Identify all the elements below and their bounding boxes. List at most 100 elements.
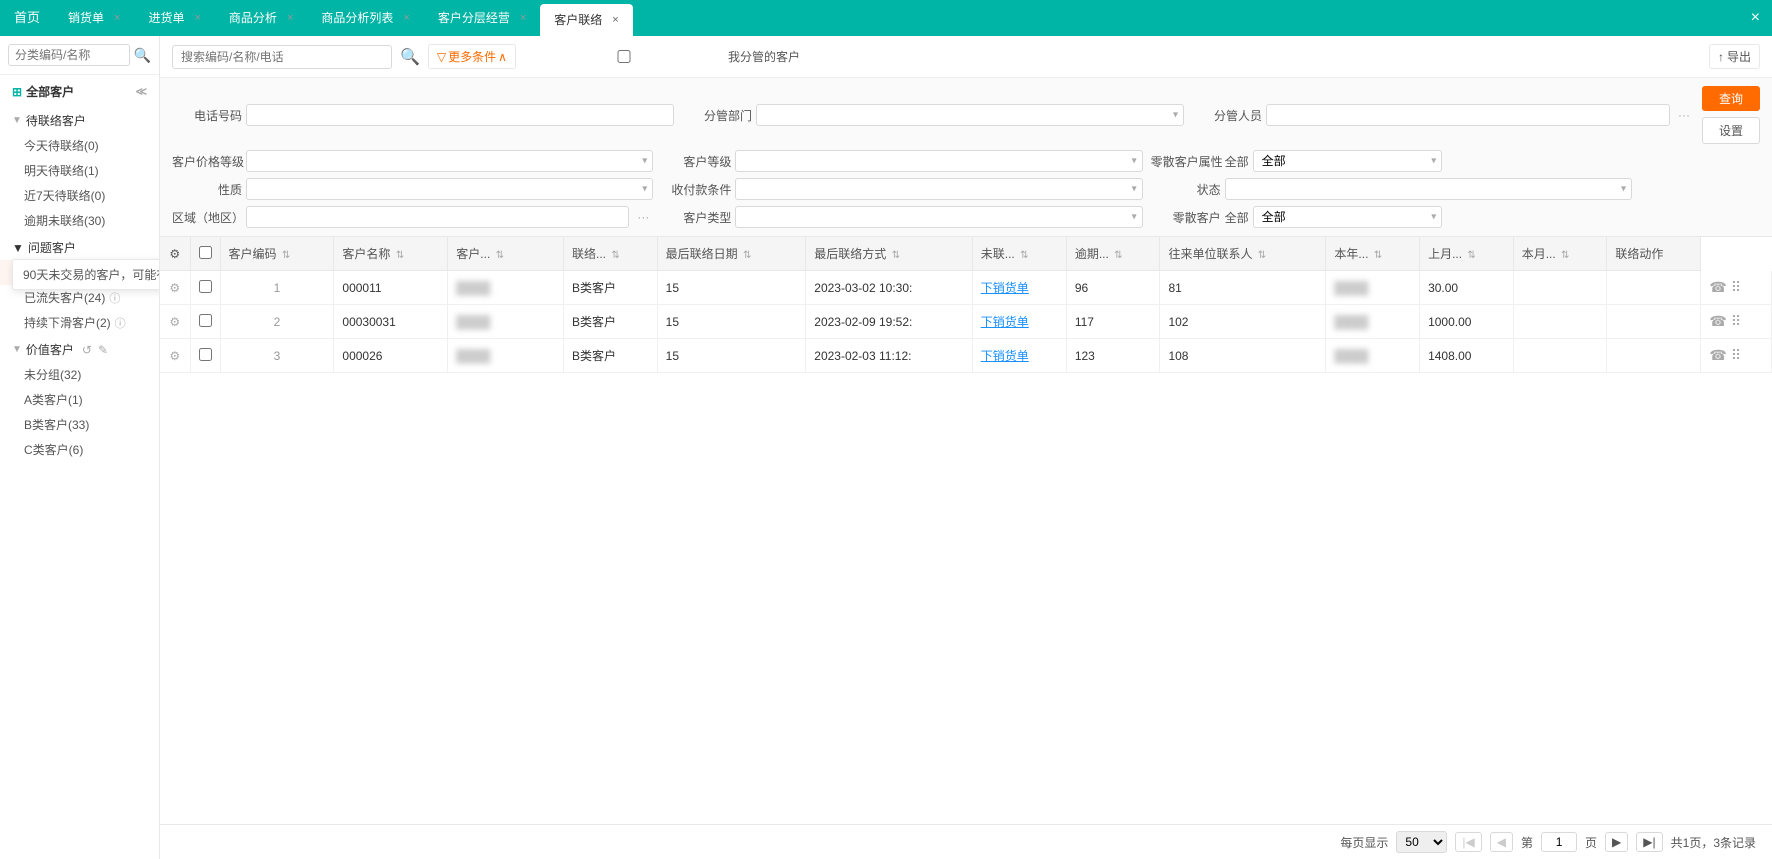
more-conditions-button[interactable]: ▽ 更多条件 ∧ xyxy=(428,44,516,69)
sidebar-search-icon[interactable]: 🔍 xyxy=(134,47,151,64)
sidebar-group-value-title[interactable]: ▼ 价值客户 ↺ ✎ xyxy=(0,337,159,362)
close-tab-customer-tier[interactable]: × xyxy=(520,0,526,36)
row-checkbox[interactable] xyxy=(190,271,220,305)
edit-icon[interactable]: ✎ xyxy=(98,343,108,357)
sidebar-group-problem-title[interactable]: ▼ 问题客户 xyxy=(0,235,159,260)
close-tab-analysis[interactable]: × xyxy=(287,0,293,36)
col-name[interactable]: 客户名称 ⇅ xyxy=(334,237,448,271)
close-tab-purchase[interactable]: × xyxy=(194,0,200,36)
filter-phone-label: 电话号码 xyxy=(172,107,242,124)
close-all-tabs[interactable]: × xyxy=(1739,0,1772,36)
action-more-icon[interactable]: ⠿ xyxy=(1731,347,1741,364)
close-tab-analysis-list[interactable]: × xyxy=(403,0,409,36)
row-settings[interactable]: ⚙ xyxy=(160,271,190,305)
sidebar-item-overdue-pending[interactable]: 逾期未联络(30) xyxy=(0,208,159,233)
last-page-button[interactable]: ▶| xyxy=(1636,832,1662,852)
col-type[interactable]: 客户... ⇅ xyxy=(448,237,564,271)
sidebar-group-pending-title[interactable]: ▼ 待联络客户 xyxy=(0,108,159,133)
filter-phone-input[interactable] xyxy=(246,104,674,126)
row-code: 00030031 xyxy=(334,305,448,339)
row-settings[interactable]: ⚙ xyxy=(160,305,190,339)
select-all-checkbox[interactable] xyxy=(199,246,212,259)
page-input[interactable] xyxy=(1541,832,1577,852)
query-button[interactable]: 查询 xyxy=(1702,86,1760,111)
row-checkbox-input[interactable] xyxy=(199,348,212,361)
filter-price-grade-select[interactable] xyxy=(246,150,653,172)
search-button[interactable]: 🔍 xyxy=(400,47,420,67)
row-settings[interactable]: ⚙ xyxy=(160,339,190,373)
tab-sales[interactable]: 销货单 × xyxy=(54,0,134,36)
action-more-icon[interactable]: ⠿ xyxy=(1731,313,1741,330)
tab-analysis[interactable]: 商品分析 × xyxy=(215,0,307,36)
sidebar-item-declining[interactable]: 持续下滑客户(2) ⓘ xyxy=(0,310,159,335)
row-checkbox-input[interactable] xyxy=(199,280,212,293)
action-more-icon[interactable]: ⠿ xyxy=(1731,279,1741,296)
refresh-icon[interactable]: ↺ xyxy=(82,343,92,357)
collapse-sidebar-icon[interactable]: ≪ xyxy=(135,85,147,98)
row-last-method[interactable]: 下销货单 xyxy=(972,305,1066,339)
col-uncontacted[interactable]: 未联... ⇅ xyxy=(972,237,1066,271)
close-tab-sales[interactable]: × xyxy=(114,0,120,36)
col-contact-person[interactable]: 往来单位联系人 ⇅ xyxy=(1160,237,1326,271)
col-contact[interactable]: 联络... ⇅ xyxy=(564,237,658,271)
sidebar-item-week-pending[interactable]: 近7天待联络(0) xyxy=(0,183,159,208)
sidebar-item-class-b[interactable]: B类客户(33) xyxy=(0,412,159,437)
tab-customer-tier[interactable]: 客户分层经营 × xyxy=(424,0,540,36)
col-checkbox[interactable] xyxy=(190,237,220,271)
col-last-date[interactable]: 最后联络日期 ⇅ xyxy=(657,237,806,271)
filter-status-select[interactable] xyxy=(1225,178,1632,200)
filter-region-input[interactable] xyxy=(246,206,629,228)
per-page-select[interactable]: 50 100 200 xyxy=(1396,831,1447,853)
filter-region-label: 区域（地区） xyxy=(172,209,242,226)
tab-home[interactable]: 首页 xyxy=(0,0,54,36)
sidebar-item-class-c[interactable]: C类客户(6) xyxy=(0,437,159,462)
filter-customer-grade-select[interactable] xyxy=(735,150,1142,172)
tab-customer-contact[interactable]: 客户联络 × xyxy=(540,4,632,36)
tab-analysis-list[interactable]: 商品分析列表 × xyxy=(307,0,423,36)
action-contact-icon[interactable]: ☎ xyxy=(1709,279,1726,296)
my-customers-checkbox-input[interactable] xyxy=(524,50,724,63)
sidebar-item-today-pending[interactable]: 今天待联络(0) xyxy=(0,133,159,158)
filter-person-input[interactable] xyxy=(1266,104,1670,126)
prev-page-button[interactable]: ◀ xyxy=(1490,832,1513,852)
my-customers-checkbox[interactable]: 我分管的客户 xyxy=(524,48,800,65)
sort-icon-last-method: ⇅ xyxy=(892,250,900,261)
filter-person-label: 分管人员 xyxy=(1192,107,1262,124)
col-this-year[interactable]: 本年... ⇅ xyxy=(1326,237,1420,271)
row-checkbox[interactable] xyxy=(190,339,220,373)
col-code[interactable]: 客户编码 ⇅ xyxy=(220,237,334,271)
action-contact-icon[interactable]: ☎ xyxy=(1709,313,1726,330)
sidebar-all-customers[interactable]: ⊞ 全部客户 ≪ xyxy=(0,75,159,108)
row-checkbox[interactable] xyxy=(190,305,220,339)
action-contact-icon[interactable]: ☎ xyxy=(1709,347,1726,364)
col-overdue[interactable]: 逾期... ⇅ xyxy=(1066,237,1160,271)
tab-purchase[interactable]: 进货单 × xyxy=(134,0,214,36)
sidebar-item-class-a[interactable]: A类客户(1) xyxy=(0,387,159,412)
settings-button[interactable]: 设置 xyxy=(1702,117,1760,144)
sidebar-search-input[interactable] xyxy=(8,44,130,66)
filter-scatter-select[interactable]: 全部 xyxy=(1253,206,1443,228)
search-input[interactable] xyxy=(172,45,392,69)
col-last-method[interactable]: 最后联络方式 ⇅ xyxy=(806,237,973,271)
filter-customer-type-select[interactable] xyxy=(735,206,1142,228)
row-checkbox-input[interactable] xyxy=(199,314,212,327)
first-page-button[interactable]: |◀ xyxy=(1455,832,1481,852)
col-last-month[interactable]: 上月... ⇅ xyxy=(1420,237,1514,271)
filter-customer-type-label: 客户类型 xyxy=(661,209,731,226)
filter-zero-attr-select[interactable]: 全部 xyxy=(1253,150,1443,172)
close-tab-customer-contact[interactable]: × xyxy=(612,4,618,36)
sidebar-item-ungroup[interactable]: 未分组(32) xyxy=(0,362,159,387)
row-last-method[interactable]: 下销货单 xyxy=(972,339,1066,373)
filter-region-more-icon[interactable]: ··· xyxy=(633,210,653,224)
export-button[interactable]: ↑ 导出 xyxy=(1709,44,1760,69)
filter-nature-select[interactable] xyxy=(246,178,653,200)
filter-person-more-icon[interactable]: ··· xyxy=(1674,108,1694,122)
row-last-method[interactable]: 下销货单 xyxy=(972,271,1066,305)
next-page-button[interactable]: ▶ xyxy=(1605,832,1628,852)
col-this-month[interactable]: 本月... ⇅ xyxy=(1513,237,1607,271)
sidebar-item-tomorrow-pending[interactable]: 明天待联络(1) xyxy=(0,158,159,183)
col-settings[interactable]: ⚙ xyxy=(160,237,190,271)
filter-dept-select[interactable] xyxy=(756,104,1184,126)
filter-payment-select[interactable] xyxy=(735,178,1142,200)
row-last-date: 2023-02-09 19:52: xyxy=(806,305,973,339)
